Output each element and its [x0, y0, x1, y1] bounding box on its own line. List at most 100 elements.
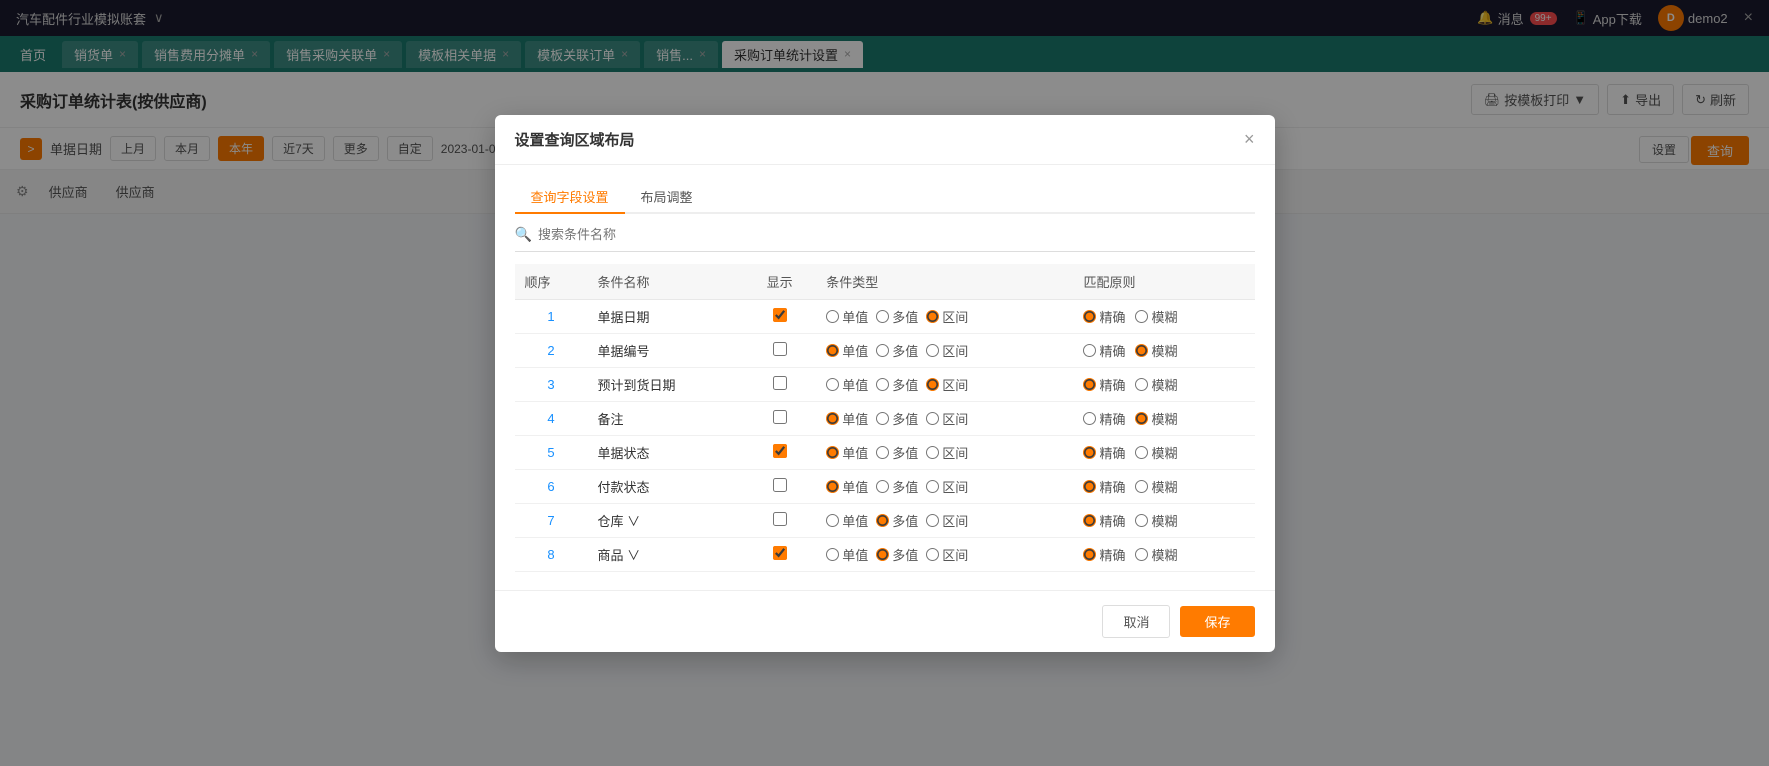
row-order: 9: [515, 571, 588, 574]
type-option-区间[interactable]: 区间: [926, 307, 968, 326]
table-row: 9属性 ∨单值多值区间精确模糊: [515, 571, 1255, 574]
row-match: 精确模糊: [1073, 571, 1254, 574]
table-row: 7仓库 ∨单值多值区间精确模糊: [515, 503, 1255, 537]
col-name-header: 条件名称: [588, 264, 744, 300]
match-option-精确[interactable]: 精确: [1083, 477, 1125, 496]
row-name: 付款状态: [588, 469, 744, 503]
row-match: 精确模糊: [1073, 537, 1254, 571]
display-checkbox[interactable]: [773, 342, 787, 356]
fields-table: 顺序 条件名称 显示 条件类型 匹配原则 1单据日期单值多值区间精确模糊2单据编…: [515, 264, 1255, 574]
row-match: 精确模糊: [1073, 435, 1254, 469]
row-name: 仓库 ∨: [588, 503, 744, 537]
fields-table-scroll: 顺序 条件名称 显示 条件类型 匹配原则 1单据日期单值多值区间精确模糊2单据编…: [515, 264, 1255, 574]
cancel-button[interactable]: 取消: [1102, 605, 1170, 638]
match-option-模糊[interactable]: 模糊: [1135, 443, 1177, 462]
match-option-精确[interactable]: 精确: [1083, 375, 1125, 394]
display-checkbox[interactable]: [773, 444, 787, 458]
row-name: 单据编号: [588, 333, 744, 367]
col-display-header: 显示: [743, 264, 816, 300]
save-button[interactable]: 保存: [1180, 606, 1254, 637]
match-option-精确[interactable]: 精确: [1083, 545, 1125, 564]
match-option-精确[interactable]: 精确: [1083, 307, 1125, 326]
tab-field-settings[interactable]: 查询字段设置: [515, 181, 625, 214]
row-type: 单值多值区间: [816, 435, 1073, 469]
match-option-模糊[interactable]: 模糊: [1135, 511, 1177, 530]
row-order: 8: [515, 537, 588, 571]
match-option-模糊[interactable]: 模糊: [1135, 409, 1177, 428]
type-option-多值[interactable]: 多值: [876, 511, 918, 530]
match-option-模糊[interactable]: 模糊: [1135, 375, 1177, 394]
display-checkbox[interactable]: [773, 376, 787, 390]
table-row: 5单据状态单值多值区间精确模糊: [515, 435, 1255, 469]
row-name: 商品 ∨: [588, 537, 744, 571]
type-option-区间[interactable]: 区间: [926, 409, 968, 428]
row-order: 1: [515, 299, 588, 333]
match-option-模糊[interactable]: 模糊: [1135, 477, 1177, 496]
table-head: 顺序 条件名称 显示 条件类型 匹配原则: [515, 264, 1255, 300]
search-input[interactable]: [538, 227, 1255, 242]
type-option-单值[interactable]: 单值: [826, 545, 868, 564]
type-option-多值[interactable]: 多值: [876, 443, 918, 462]
row-match: 精确模糊: [1073, 333, 1254, 367]
row-display: [743, 367, 816, 401]
row-display: [743, 435, 816, 469]
type-option-多值[interactable]: 多值: [876, 375, 918, 394]
display-checkbox[interactable]: [773, 546, 787, 560]
col-order-header: 顺序: [515, 264, 588, 300]
type-option-多值[interactable]: 多值: [876, 409, 918, 428]
type-option-区间[interactable]: 区间: [926, 341, 968, 360]
match-option-模糊[interactable]: 模糊: [1135, 307, 1177, 326]
type-option-区间[interactable]: 区间: [926, 443, 968, 462]
row-type: 单值多值区间: [816, 537, 1073, 571]
col-match-header: 匹配原则: [1073, 264, 1254, 300]
type-option-单值[interactable]: 单值: [826, 443, 868, 462]
type-option-区间[interactable]: 区间: [926, 375, 968, 394]
display-checkbox[interactable]: [773, 478, 787, 492]
col-type-header: 条件类型: [816, 264, 1073, 300]
row-order: 4: [515, 401, 588, 435]
type-option-单值[interactable]: 单值: [826, 375, 868, 394]
row-display: [743, 299, 816, 333]
type-option-区间[interactable]: 区间: [926, 511, 968, 530]
type-option-单值[interactable]: 单值: [826, 307, 868, 326]
row-order: 6: [515, 469, 588, 503]
search-icon: 🔍: [515, 226, 532, 243]
type-option-多值[interactable]: 多值: [876, 307, 918, 326]
row-name: 单据状态: [588, 435, 744, 469]
match-option-模糊[interactable]: 模糊: [1135, 341, 1177, 360]
match-option-模糊[interactable]: 模糊: [1135, 545, 1177, 564]
row-match: 精确模糊: [1073, 299, 1254, 333]
row-display: [743, 333, 816, 367]
type-option-单值[interactable]: 单值: [826, 341, 868, 360]
modal-close-button[interactable]: ×: [1244, 129, 1255, 150]
row-match: 精确模糊: [1073, 401, 1254, 435]
row-type: 单值多值区间: [816, 401, 1073, 435]
row-type: 单值多值区间: [816, 469, 1073, 503]
match-option-精确[interactable]: 精确: [1083, 511, 1125, 530]
table-row: 8商品 ∨单值多值区间精确模糊: [515, 537, 1255, 571]
display-checkbox[interactable]: [773, 410, 787, 424]
modal-overlay: 设置查询区域布局 × 查询字段设置 布局调整 🔍: [0, 0, 1769, 766]
type-option-单值[interactable]: 单值: [826, 477, 868, 496]
type-option-单值[interactable]: 单值: [826, 511, 868, 530]
row-display: [743, 537, 816, 571]
match-option-精确[interactable]: 精确: [1083, 409, 1125, 428]
match-option-精确[interactable]: 精确: [1083, 341, 1125, 360]
type-option-单值[interactable]: 单值: [826, 409, 868, 428]
row-order: 5: [515, 435, 588, 469]
row-type: 单值多值区间: [816, 503, 1073, 537]
row-order: 2: [515, 333, 588, 367]
match-option-精确[interactable]: 精确: [1083, 443, 1125, 462]
tab-layout-adjust[interactable]: 布局调整: [625, 181, 709, 214]
type-option-区间[interactable]: 区间: [926, 477, 968, 496]
type-option-多值[interactable]: 多值: [876, 477, 918, 496]
modal-header: 设置查询区域布局 ×: [495, 115, 1275, 165]
type-option-多值[interactable]: 多值: [876, 545, 918, 564]
display-checkbox[interactable]: [773, 308, 787, 322]
row-match: 精确模糊: [1073, 367, 1254, 401]
type-option-区间[interactable]: 区间: [926, 545, 968, 564]
row-type: 单值多值区间: [816, 367, 1073, 401]
display-checkbox[interactable]: [773, 512, 787, 526]
type-option-多值[interactable]: 多值: [876, 341, 918, 360]
row-display: [743, 401, 816, 435]
